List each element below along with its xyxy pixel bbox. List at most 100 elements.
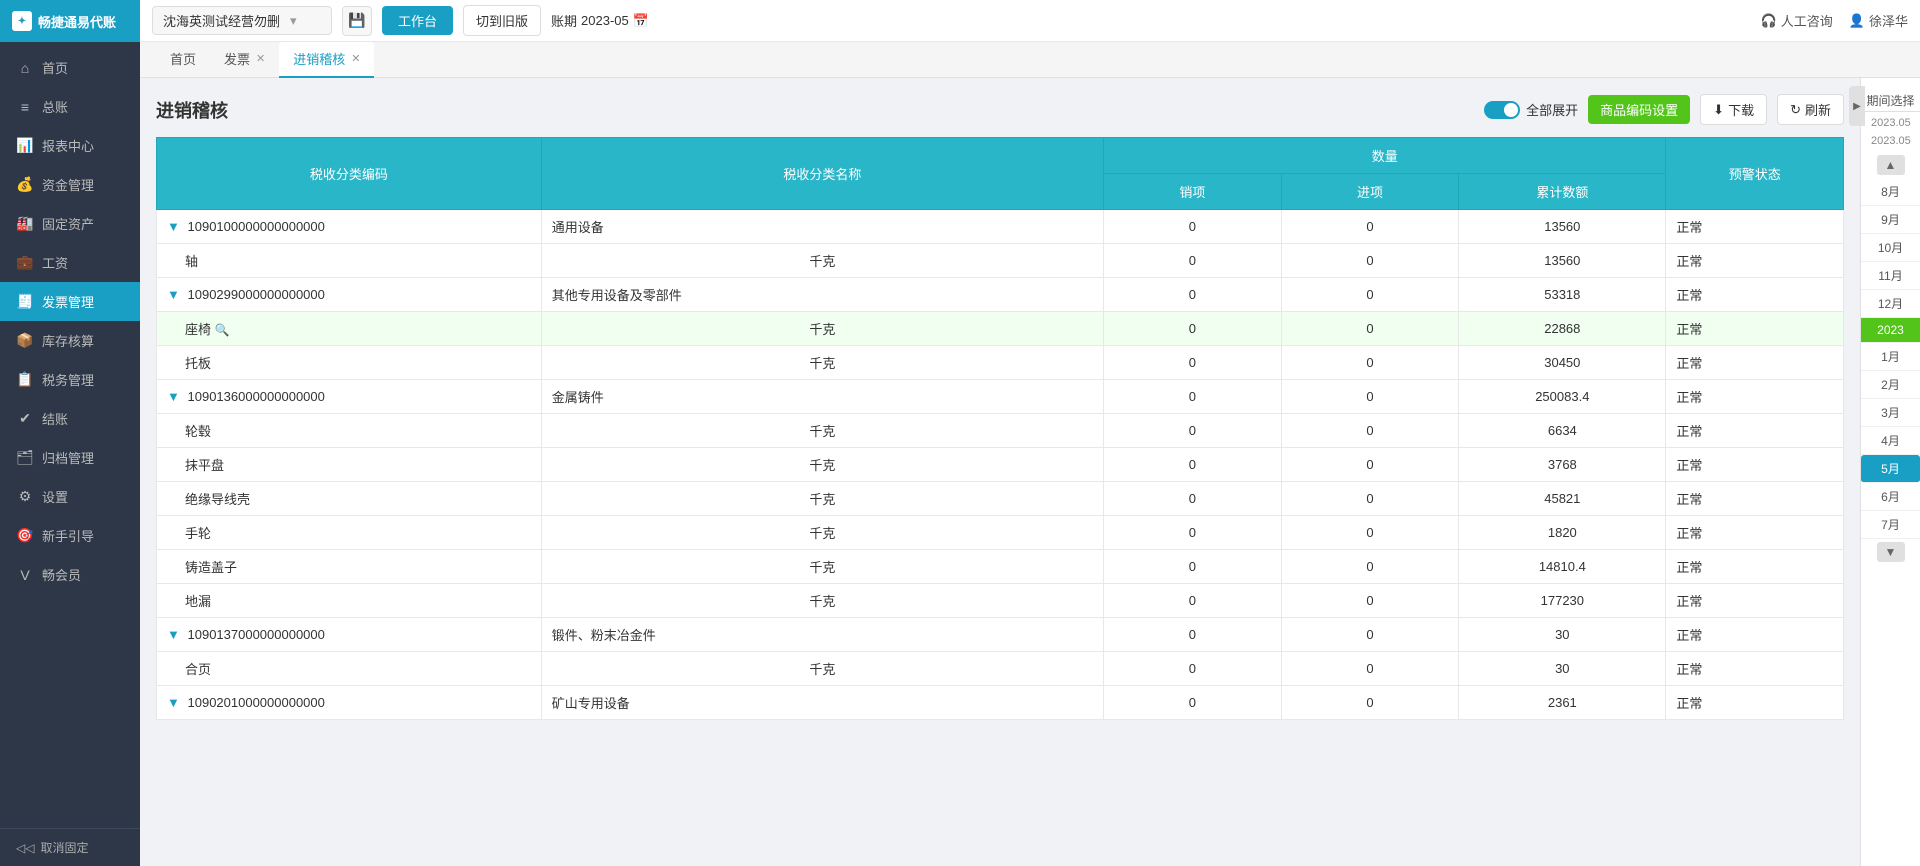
save-button[interactable]: 💾 xyxy=(342,6,372,36)
period-row-2[interactable]: 2023.05 xyxy=(1865,132,1916,150)
sidebar-item-label: 畅会员 xyxy=(42,565,81,584)
sidebar-item-ledger[interactable]: ≡ 总账 xyxy=(0,87,140,126)
cell-total: 3768 xyxy=(1459,448,1666,482)
period-month-item[interactable]: 12月 xyxy=(1861,290,1920,318)
search-icon[interactable]: 🔍 xyxy=(215,323,230,337)
cell-total: 14810.4 xyxy=(1459,550,1666,584)
download-label: 下载 xyxy=(1728,100,1754,119)
sidebar-item-settings[interactable]: ⚙ 设置 xyxy=(0,477,140,516)
cell-total: 6634 xyxy=(1459,414,1666,448)
period-month-item[interactable]: 4月 xyxy=(1861,427,1920,455)
period-month-item[interactable]: 6月 xyxy=(1861,483,1920,511)
period-month-item[interactable]: 7月 xyxy=(1861,511,1920,539)
cell-status: 正常 xyxy=(1666,652,1844,686)
period-month-item[interactable]: 11月 xyxy=(1861,262,1920,290)
table-row: ▼ 1090100000000000000 通用设备 0 0 13560 正常 xyxy=(157,210,1844,244)
cell-purchase: 0 xyxy=(1281,516,1459,550)
cell-status: 正常 xyxy=(1666,618,1844,652)
toggle-thumb xyxy=(1504,103,1518,117)
table-row: ▼ 1090201000000000000 矿山专用设备 0 0 2361 正常 xyxy=(157,686,1844,720)
sidebar-item-home[interactable]: ⌂ 首页 xyxy=(0,48,140,87)
page-title: 进销稽核 xyxy=(156,97,228,123)
period-row-1[interactable]: 2023.05 xyxy=(1865,114,1916,132)
expand-arrow[interactable]: ▼ xyxy=(167,219,180,234)
cell-status: 正常 xyxy=(1666,550,1844,584)
refresh-button[interactable]: ↻ 刷新 xyxy=(1777,94,1844,125)
sidebar-item-assets[interactable]: 🏭 固定资产 xyxy=(0,204,140,243)
month-nav-up[interactable]: ▲ xyxy=(1877,155,1905,175)
download-button[interactable]: ⬇ 下载 xyxy=(1700,94,1767,125)
ledger-icon: ≡ xyxy=(16,99,34,115)
tab-home[interactable]: 首页 xyxy=(156,42,210,78)
sidebar-unpin[interactable]: ◁◁ 取消固定 xyxy=(0,828,140,866)
page-content: 进销稽核 全部展开 商品编码设置 ⬇ 下载 ↻ 刷 xyxy=(140,78,1920,866)
sidebar-item-archive[interactable]: 🗂 归档管理 xyxy=(0,438,140,477)
download-icon: ⬇ xyxy=(1713,102,1724,118)
cell-name: 绝缘导线壳 xyxy=(157,482,542,516)
guide-icon: 🎯 xyxy=(16,527,34,544)
company-selector[interactable]: 沈海英测试经营勿删 ▾ xyxy=(152,6,332,35)
home-icon: ⌂ xyxy=(16,60,34,76)
product-code-button[interactable]: 商品编码设置 xyxy=(1588,95,1690,124)
table-row: 手轮 千克 0 0 1820 正常 xyxy=(157,516,1844,550)
calendar-icon[interactable]: 📅 xyxy=(633,13,649,29)
period-month-item[interactable]: 1月 xyxy=(1861,343,1920,371)
panel-toggle-button[interactable]: ▶ xyxy=(1849,86,1865,126)
period-month-item[interactable]: 5月 xyxy=(1861,455,1920,483)
cell-total: 30450 xyxy=(1459,346,1666,380)
sidebar-item-invoice[interactable]: 🧾 发票管理 xyxy=(0,282,140,321)
period-month-item[interactable]: 9月 xyxy=(1861,206,1920,234)
cell-purchase: 0 xyxy=(1281,380,1459,414)
cell-unit: 千克 xyxy=(541,414,1103,448)
sidebar-item-salary[interactable]: 💼 工资 xyxy=(0,243,140,282)
cell-total: 2361 xyxy=(1459,686,1666,720)
cell-total: 250083.4 xyxy=(1459,380,1666,414)
month-nav-down[interactable]: ▼ xyxy=(1877,542,1905,562)
toggle-track[interactable] xyxy=(1484,101,1520,119)
sidebar-item-reports[interactable]: 📊 报表中心 xyxy=(0,126,140,165)
user-profile[interactable]: 👤 徐泽华 xyxy=(1849,11,1908,30)
sidebar-item-label: 设置 xyxy=(42,487,68,506)
th-tax-name: 税收分类名称 xyxy=(541,138,1103,210)
workspace-button[interactable]: 工作台 xyxy=(382,6,453,35)
expand-toggle[interactable]: 全部展开 xyxy=(1484,100,1578,119)
cell-sales: 0 xyxy=(1104,244,1282,278)
company-name: 沈海英测试经营勿删 xyxy=(163,11,280,30)
period-month-item[interactable]: 3月 xyxy=(1861,399,1920,427)
cell-purchase: 0 xyxy=(1281,278,1459,312)
sidebar-item-guide[interactable]: 🎯 新手引导 xyxy=(0,516,140,555)
support-item[interactable]: 🎧 人工咨询 xyxy=(1761,11,1833,30)
tab-invoice-close[interactable]: ✕ xyxy=(256,52,265,65)
period-month-item[interactable]: 10月 xyxy=(1861,234,1920,262)
table-row: 铸造盖子 千克 0 0 14810.4 正常 xyxy=(157,550,1844,584)
period-selection-header: 期间选择 xyxy=(1861,86,1920,112)
cell-tax-name: 通用设备 xyxy=(541,210,1103,244)
sidebar-item-inventory[interactable]: 📦 库存核算 xyxy=(0,321,140,360)
page-title-row: 进销稽核 全部展开 商品编码设置 ⬇ 下载 ↻ 刷 xyxy=(156,94,1844,125)
cell-tax-code: ▼ 1090201000000000000 xyxy=(157,686,542,720)
cell-sales: 0 xyxy=(1104,550,1282,584)
sidebar-item-label: 税务管理 xyxy=(42,370,94,389)
sidebar-item-label: 报表中心 xyxy=(42,136,94,155)
tab-invoice[interactable]: 发票 ✕ xyxy=(210,42,279,78)
sidebar-item-member[interactable]: V 畅会员 xyxy=(0,555,140,594)
period-month-item[interactable]: 8月 xyxy=(1861,178,1920,206)
cell-name: 轮毂 xyxy=(157,414,542,448)
cell-purchase: 0 xyxy=(1281,414,1459,448)
period-month-item[interactable]: 2023 xyxy=(1861,318,1920,343)
expand-arrow[interactable]: ▼ xyxy=(167,627,180,642)
expand-arrow[interactable]: ▼ xyxy=(167,389,180,404)
cell-total: 1820 xyxy=(1459,516,1666,550)
period-month-item[interactable]: 2月 xyxy=(1861,371,1920,399)
tab-reconcile[interactable]: 进销稽核 ✕ xyxy=(279,42,374,78)
sidebar-item-label: 资金管理 xyxy=(42,175,94,194)
period-display: 账期 2023-05 📅 xyxy=(551,11,649,30)
tab-reconcile-close[interactable]: ✕ xyxy=(351,52,360,65)
old-version-button[interactable]: 切到旧版 xyxy=(463,5,541,36)
tab-reconcile-label: 进销稽核 xyxy=(293,49,345,68)
sidebar-item-finance[interactable]: 💰 资金管理 xyxy=(0,165,140,204)
sidebar-item-tax[interactable]: 📋 税务管理 xyxy=(0,360,140,399)
expand-arrow[interactable]: ▼ xyxy=(167,287,180,302)
sidebar-item-closing[interactable]: ✔ 结账 xyxy=(0,399,140,438)
expand-arrow[interactable]: ▼ xyxy=(167,695,180,710)
